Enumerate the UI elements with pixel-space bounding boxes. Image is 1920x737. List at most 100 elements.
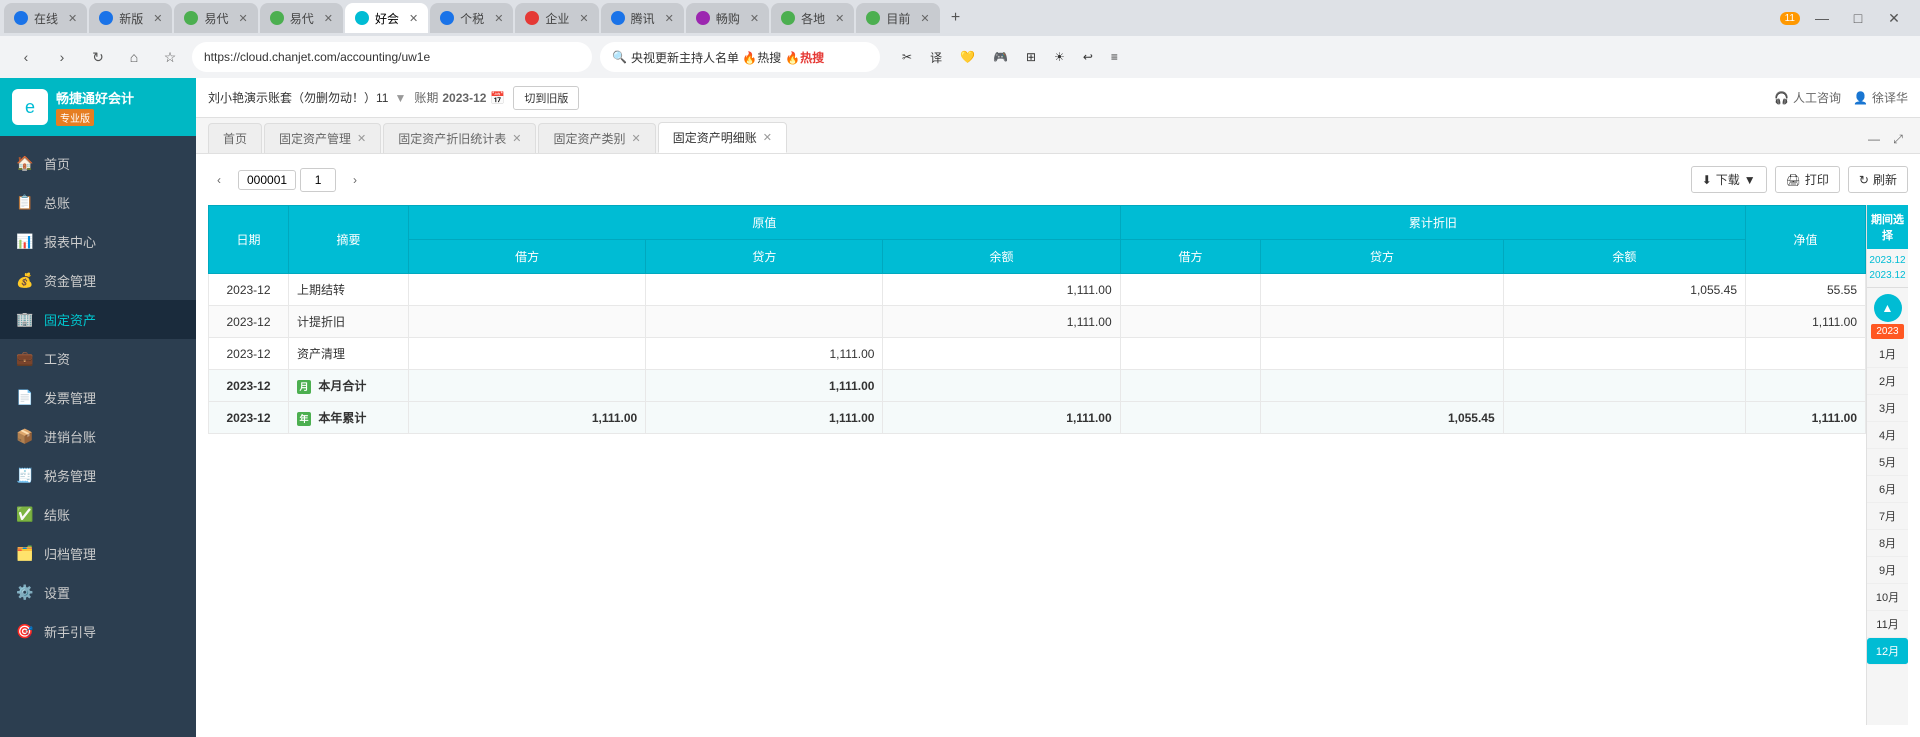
tab-close-9[interactable]: ✕ [835, 12, 844, 25]
period-month-4[interactable]: 4月 [1867, 422, 1908, 449]
game-icon-btn[interactable]: 🎮 [987, 43, 1014, 71]
sidebar-item-invoice[interactable]: 📄 发票管理 [0, 378, 196, 417]
sidebar-item-settings[interactable]: ⚙️ 设置 [0, 573, 196, 612]
period-month-8[interactable]: 8月 [1867, 530, 1908, 557]
page-tab-detail-close[interactable]: ✕ [763, 131, 772, 144]
sidebar-item-inventory[interactable]: 📦 进销台账 [0, 417, 196, 456]
minimize-btn[interactable]: — [1808, 4, 1836, 32]
sidebar-item-payroll[interactable]: 💼 工资 [0, 339, 196, 378]
tab-close-6[interactable]: ✕ [579, 12, 588, 25]
tab-close-3[interactable]: ✕ [324, 12, 333, 25]
page-tab-depreciation[interactable]: 固定资产折旧统计表 ✕ [383, 123, 536, 153]
tab-label-1: 新版 [119, 10, 143, 27]
forward-btn[interactable]: › [48, 43, 76, 71]
tab-close-7[interactable]: ✕ [665, 12, 674, 25]
page-tab-category-close[interactable]: ✕ [632, 132, 641, 145]
period-month-6[interactable]: 6月 [1867, 476, 1908, 503]
tab-close-8[interactable]: ✕ [750, 12, 759, 25]
reload-btn[interactable]: ↻ [84, 43, 112, 71]
page-tab-assets-mgmt[interactable]: 固定资产管理 ✕ [264, 123, 381, 153]
period-month-10[interactable]: 10月 [1867, 584, 1908, 611]
logo-icon: e [25, 97, 35, 118]
tab-favicon-5 [440, 11, 454, 25]
browser-tab-3[interactable]: 易代 ✕ [260, 3, 343, 33]
tab-close-2[interactable]: ✕ [238, 12, 247, 25]
sidebar-item-ledger[interactable]: 📋 总账 [0, 183, 196, 222]
period-month-2[interactable]: 2月 [1867, 368, 1908, 395]
tab-close-1[interactable]: ✕ [153, 12, 162, 25]
browser-tab-1[interactable]: 新版 ✕ [89, 3, 172, 33]
tab-close-0[interactable]: ✕ [68, 12, 77, 25]
new-tab-button[interactable]: + [942, 4, 970, 32]
sidebar-item-tax[interactable]: 🧾 税务管理 [0, 456, 196, 495]
service-btn[interactable]: 🎧 人工咨询 [1774, 89, 1841, 106]
browser-tab-0[interactable]: 在线 ✕ [4, 3, 87, 33]
period-month-7[interactable]: 7月 [1867, 503, 1908, 530]
print-btn[interactable]: 🖨 打印 [1775, 166, 1840, 193]
browser-tab-9[interactable]: 各地 ✕ [771, 3, 854, 33]
browser-tab-7[interactable]: 腾讯 ✕ [601, 3, 684, 33]
notification-badge[interactable]: 11 [1780, 12, 1800, 25]
sidebar-item-archive[interactable]: 🗂️ 归档管理 [0, 534, 196, 573]
theme-icon-btn[interactable]: ☀ [1048, 43, 1071, 71]
year-badge[interactable]: 2023 [1871, 324, 1904, 339]
page-tab-depreciation-close[interactable]: ✕ [512, 132, 521, 145]
cell-orig-debit-0 [409, 274, 646, 306]
browser-tab-10[interactable]: 目前 ✕ [856, 3, 939, 33]
page-number-input[interactable] [300, 168, 336, 192]
tab-close-10[interactable]: ✕ [920, 12, 929, 25]
search-text: 央视更新主持人名单 🔥热搜 [631, 49, 781, 66]
browser-tab-5[interactable]: 个税 ✕ [430, 3, 513, 33]
close-browser-btn[interactable]: ✕ [1880, 4, 1908, 32]
menu-icon-btn[interactable]: ≡ [1105, 43, 1124, 71]
tab-close-4[interactable]: ✕ [409, 12, 418, 25]
maximize-btn[interactable]: □ [1844, 4, 1872, 32]
collapse-icon[interactable]: — [1864, 129, 1884, 149]
company-selector[interactable]: 刘小艳演示账套（勿删勿动！）11 ▼ [208, 89, 406, 106]
sidebar-item-guide[interactable]: 🎯 新手引导 [0, 612, 196, 651]
tab-label-8: 畅购 [716, 10, 740, 27]
back-btn[interactable]: ‹ [12, 43, 40, 71]
browser-tab-8[interactable]: 畅购 ✕ [686, 3, 769, 33]
period-month-11[interactable]: 11月 [1867, 611, 1908, 638]
tab-favicon-3 [270, 11, 284, 25]
period-month-1[interactable]: 1月 [1867, 341, 1908, 368]
grid-icon-btn[interactable]: ⊞ [1020, 43, 1042, 71]
sidebar-item-close[interactable]: ✅ 结账 [0, 495, 196, 534]
refresh-btn[interactable]: ↻ 刷新 [1848, 166, 1908, 193]
browser-tab-6[interactable]: 企业 ✕ [515, 3, 598, 33]
bookmark-btn[interactable]: ☆ [156, 43, 184, 71]
period-month-9[interactable]: 9月 [1867, 557, 1908, 584]
scissors-icon-btn[interactable]: ✂ [896, 43, 918, 71]
switch-to-old-btn[interactable]: 切到旧版 [513, 86, 579, 110]
period-month-5[interactable]: 5月 [1867, 449, 1908, 476]
page-tab-assets-mgmt-close[interactable]: ✕ [357, 132, 366, 145]
page-tab-category[interactable]: 固定资产类别 ✕ [538, 123, 655, 153]
next-page-btn[interactable]: › [344, 169, 366, 191]
download-btn[interactable]: ⬇ 下载 ▼ [1691, 166, 1767, 193]
address-input[interactable] [192, 42, 592, 72]
prev-page-btn[interactable]: ‹ [208, 169, 230, 191]
page-tab-detail[interactable]: 固定资产明细账 ✕ [658, 122, 787, 153]
wallet-icon-btn[interactable]: 💛 [954, 43, 981, 71]
undo-icon-btn[interactable]: ↩ [1077, 43, 1099, 71]
page-tab-home[interactable]: 首页 [208, 123, 262, 153]
translate-icon-btn[interactable]: 译 [924, 43, 948, 71]
tab-close-5[interactable]: ✕ [494, 12, 503, 25]
top-bar: 刘小艳演示账套（勿删勿动！）11 ▼ 账期 2023-12 📅 切到旧版 🎧 人… [196, 78, 1920, 118]
home-btn[interactable]: ⌂ [120, 43, 148, 71]
period-month-3[interactable]: 3月 [1867, 395, 1908, 422]
sidebar-item-reports[interactable]: 📊 报表中心 [0, 222, 196, 261]
browser-tab-2[interactable]: 易代 ✕ [174, 3, 257, 33]
sidebar-item-assets[interactable]: 🏢 固定资产 [0, 300, 196, 339]
period-month-12[interactable]: 12月 [1867, 638, 1908, 665]
user-btn[interactable]: 👤 徐译华 [1853, 89, 1908, 106]
sidebar-item-cash[interactable]: 💰 资金管理 [0, 261, 196, 300]
scroll-up-btn[interactable]: ▲ [1874, 294, 1902, 322]
tab-favicon-7 [611, 11, 625, 25]
browser-tab-4[interactable]: 好会 ✕ [345, 3, 428, 33]
table-area: 日期 摘要 原值 累计折旧 净值 借方 贷方 余额 [208, 205, 1908, 725]
sidebar-item-home[interactable]: 🏠 首页 [0, 144, 196, 183]
sidebar-label-ledger: 总账 [44, 193, 70, 212]
expand-icon[interactable]: ⤢ [1888, 129, 1908, 149]
